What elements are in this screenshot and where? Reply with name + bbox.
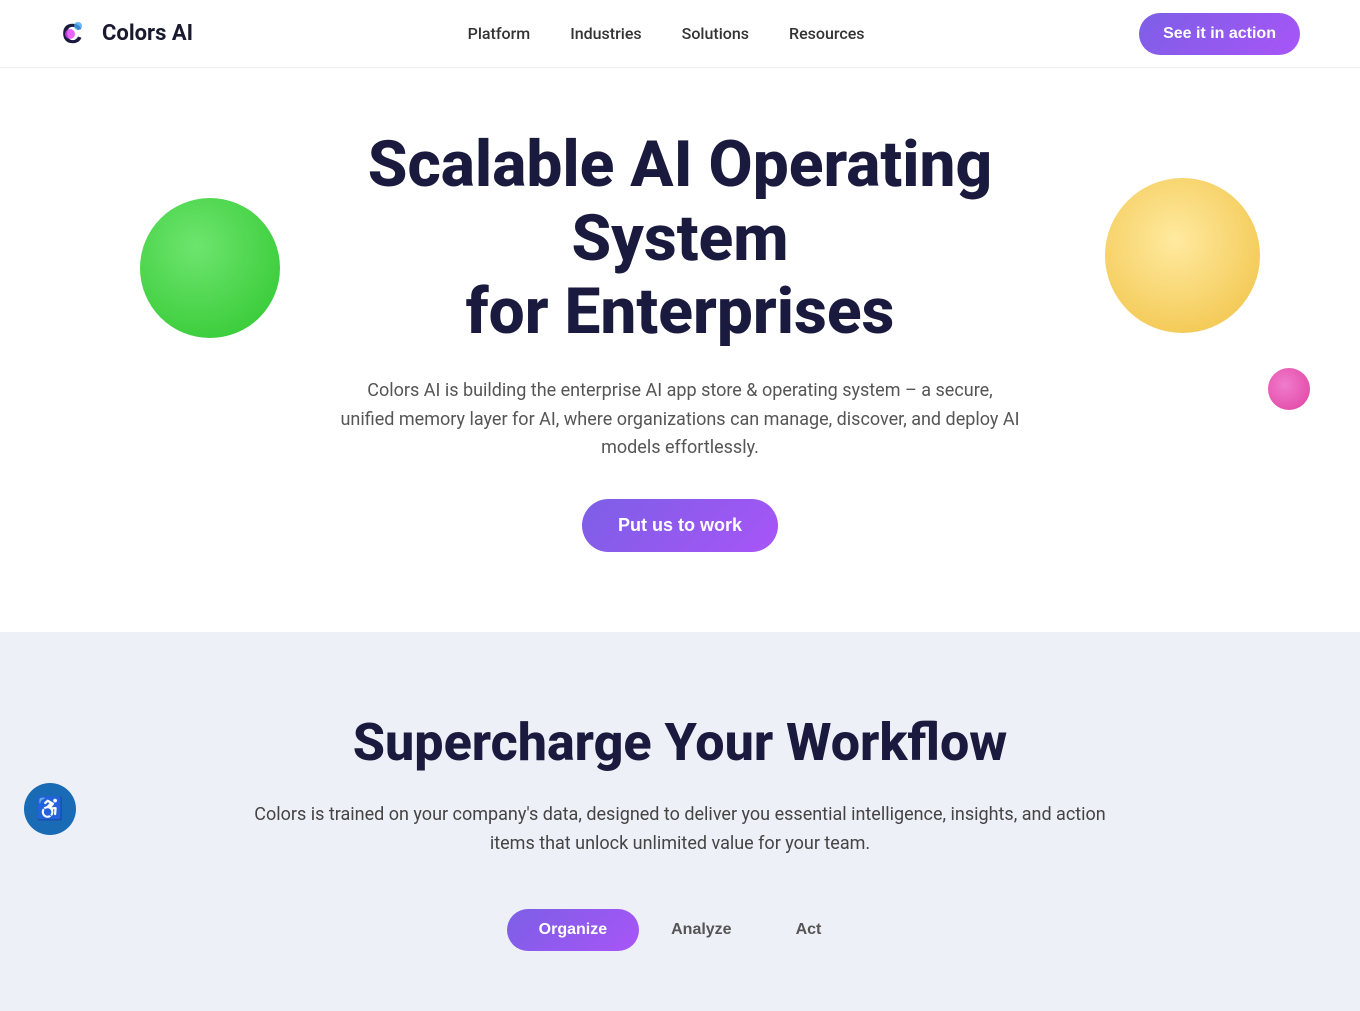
put-us-to-work-button[interactable]: Put us to work [582,499,778,552]
hero-section: Scalable AI Operating System for Enterpr… [0,68,1360,632]
workflow-section: Supercharge Your Workflow Colors is trai… [0,632,1360,1011]
nav-links: Platform Industries Solutions Resources [468,24,865,43]
decorative-circle-yellow [1105,178,1260,333]
nav-link-resources[interactable]: Resources [789,24,865,43]
hero-description: Colors AI is building the enterprise AI … [340,377,1020,463]
nav-link-platform[interactable]: Platform [468,24,531,43]
decorative-circle-pink [1268,368,1310,410]
logo-text: Colors AI [102,21,193,46]
nav-link-solutions[interactable]: Solutions [682,24,749,43]
hero-title: Scalable AI Operating System for Enterpr… [290,128,1070,349]
hero-title-line2: for Enterprises [466,274,895,349]
navbar: C Colors AI Platform Industries Solution… [0,0,1360,68]
logo-icon: C [60,16,96,52]
accessibility-icon: ♿ [36,796,63,822]
logo[interactable]: C Colors AI [60,16,193,52]
decorative-circle-green [140,198,280,338]
accessibility-button[interactable]: ♿ [24,783,76,835]
tab-organize[interactable]: Organize [507,909,639,951]
see-action-button[interactable]: See it in action [1139,13,1300,55]
tab-act[interactable]: Act [764,909,854,951]
workflow-tabs: Organize Analyze Act [60,909,1300,951]
hero-title-line1: Scalable AI Operating System [368,127,992,276]
workflow-title: Supercharge Your Workflow [60,712,1300,773]
workflow-description: Colors is trained on your company's data… [230,801,1130,859]
nav-link-industries[interactable]: Industries [570,24,641,43]
tab-analyze[interactable]: Analyze [639,909,763,951]
